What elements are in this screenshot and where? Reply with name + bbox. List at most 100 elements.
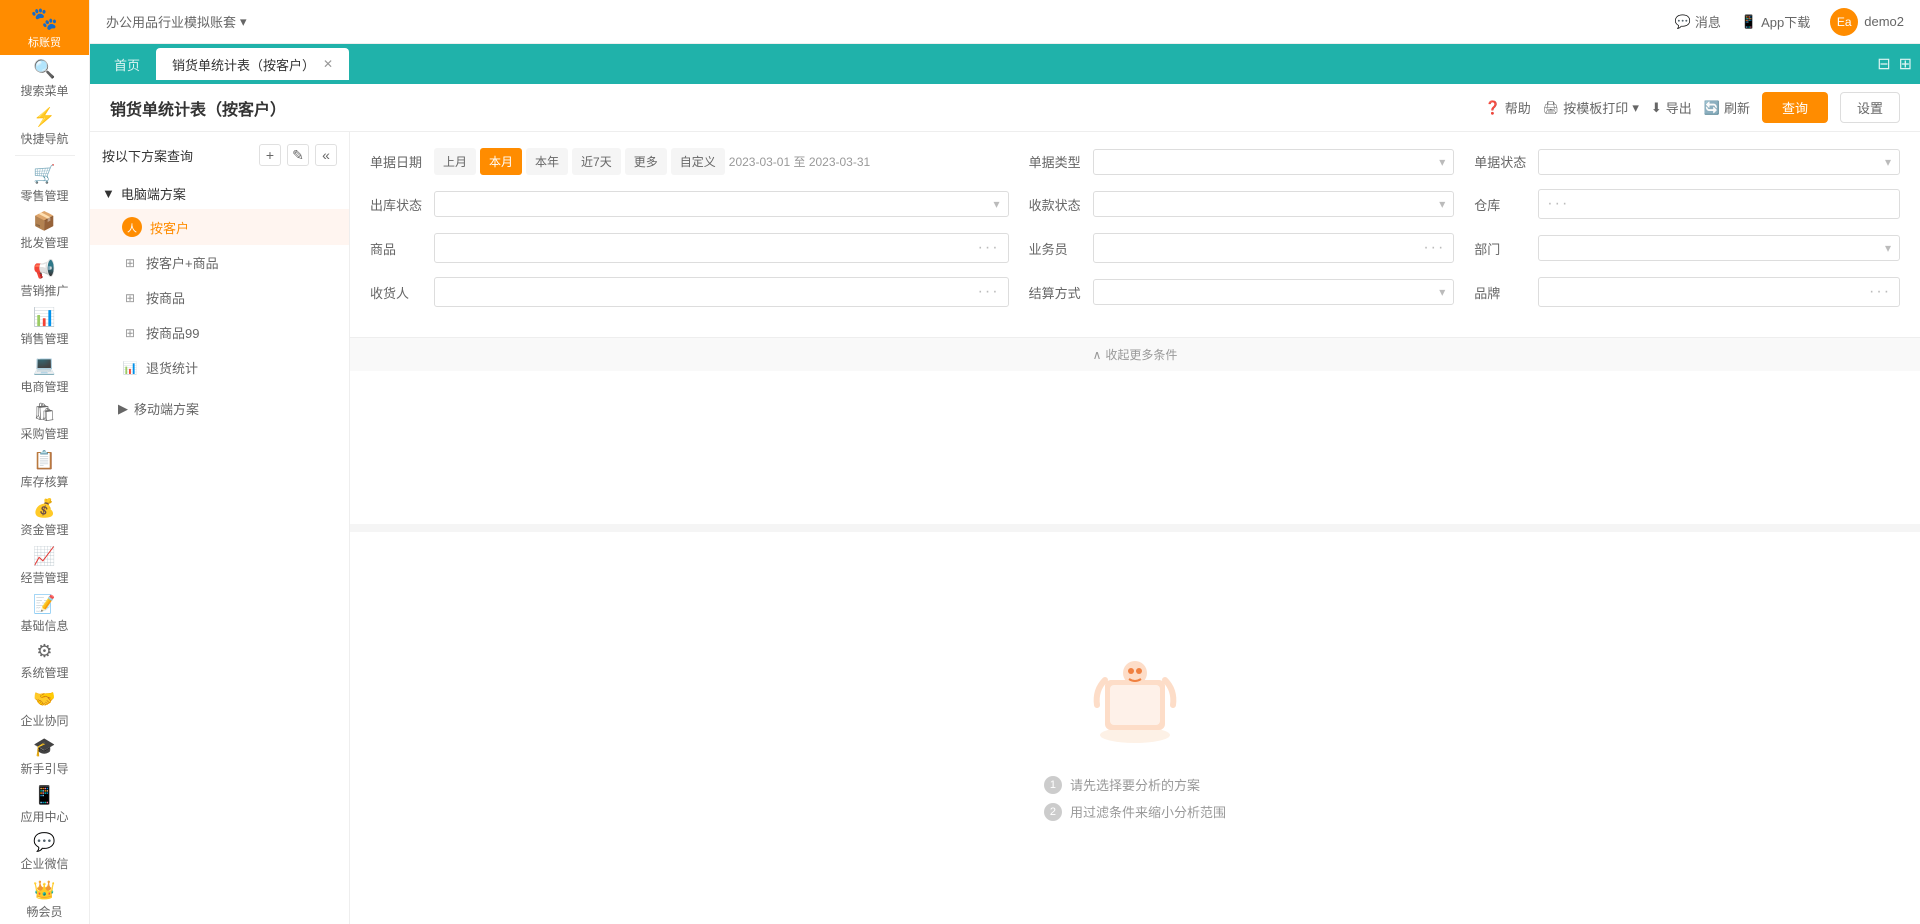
- scheme-group-mobile: ▶ 移动端方案: [90, 389, 349, 428]
- filter-area: 单据日期 上月 本月 本年 近7天 更多 自定义 2023-03-01 至 20…: [350, 132, 1920, 524]
- scheme-item-label: 按商品: [146, 288, 185, 307]
- empty-state: 1 请先选择要分析的方案 2 用过滤条件来缩小分析范围: [350, 532, 1920, 924]
- export-label: 导出: [1666, 98, 1692, 117]
- dept-arrow-icon: ▾: [1885, 241, 1891, 255]
- tip-text-2: 用过滤条件来缩小分析范围: [1070, 802, 1226, 821]
- doc-type-select[interactable]: ▾: [1093, 149, 1455, 175]
- scheme-item-by-customer-product[interactable]: ⊞ 按客户+商品: [90, 245, 349, 280]
- sidebar-item-finance[interactable]: 💰 资金管理: [0, 494, 90, 542]
- top-bar: 办公用品行业模拟账套 ▾ 💬 消息 📱 App下载 Ea demo2: [90, 0, 1920, 44]
- scheme-add-button[interactable]: +: [259, 144, 281, 166]
- salesperson-select[interactable]: ···: [1093, 233, 1455, 263]
- sidebar-item-purchase[interactable]: 🛍 采购管理: [0, 399, 90, 447]
- ecommerce-icon: 💻: [33, 355, 55, 376]
- filter-item-settlement: 结算方式 ▾: [1029, 279, 1455, 305]
- date-btn-this-month[interactable]: 本月: [480, 148, 522, 175]
- tab-maximize-icon[interactable]: ⊞: [1899, 54, 1912, 74]
- search-menu-icon: 🔍: [33, 59, 55, 80]
- sidebar-item-wholesale[interactable]: 📦 批发管理: [0, 207, 90, 255]
- sidebar-item-label: 应用中心: [20, 808, 68, 825]
- mobile-group-arrow: ▶: [118, 401, 128, 417]
- recipient-select[interactable]: ···: [434, 277, 1009, 307]
- sidebar-item-inventory[interactable]: 📋 库存核算: [0, 446, 90, 494]
- scheme-item-by-product[interactable]: ⊞ 按商品: [90, 280, 349, 315]
- setting-button[interactable]: 设置: [1840, 92, 1900, 123]
- sidebar-item-marketing[interactable]: 📢 营销推广: [0, 255, 90, 303]
- sidebar-item-quick-nav[interactable]: ⚡ 快捷导航: [0, 103, 90, 151]
- date-btn-this-year[interactable]: 本年: [526, 148, 568, 175]
- payment-select[interactable]: ▾: [1093, 191, 1455, 217]
- date-btn-custom[interactable]: 自定义: [671, 148, 725, 175]
- product-select[interactable]: ···: [434, 233, 1009, 263]
- dept-label: 部门: [1474, 239, 1530, 258]
- scheme-item-return-stat[interactable]: 📊 退货统计: [90, 350, 349, 385]
- sidebar-item-newbie[interactable]: 🎓 新手引导: [0, 733, 90, 781]
- print-button[interactable]: 🖨 按模板打印 ▾: [1543, 98, 1639, 117]
- message-button[interactable]: 💬 消息: [1675, 12, 1721, 31]
- sidebar-item-system[interactable]: ⚙ 系统管理: [0, 637, 90, 685]
- export-button[interactable]: ⬇ 导出: [1651, 98, 1692, 117]
- sidebar-item-label: 库存核算: [20, 473, 68, 490]
- sidebar-item-search-menu[interactable]: 🔍 搜索菜单: [0, 55, 90, 103]
- doc-status-select[interactable]: ▾: [1538, 149, 1900, 175]
- tab-minimize-icon[interactable]: ⊟: [1877, 54, 1890, 74]
- scheme-edit-button[interactable]: ✎: [287, 144, 309, 166]
- brand-select[interactable]: ···: [1538, 277, 1900, 307]
- filter-item-doc-type: 单据类型 ▾: [1029, 149, 1455, 175]
- scheme-group-desktop-title[interactable]: ▼ 电脑端方案: [90, 178, 349, 209]
- sidebar-item-label: 电商管理: [20, 378, 68, 395]
- query-button[interactable]: 查询: [1762, 92, 1828, 123]
- tab-home[interactable]: 首页: [98, 48, 156, 80]
- page-actions: ❓ 帮助 🖨 按模板打印 ▾ ⬇ 导出 🔄 刷新 查询 设置: [1485, 92, 1900, 123]
- print-dropdown-icon: ▾: [1632, 100, 1639, 116]
- filter-item-payment: 收款状态 ▾: [1029, 191, 1455, 217]
- retail-icon: 🛒: [33, 164, 55, 185]
- top-bar-left: 办公用品行业模拟账套 ▾: [106, 12, 247, 31]
- tab-close-icon[interactable]: ✕: [323, 57, 333, 71]
- sidebar-item-operation[interactable]: 📈 经营管理: [0, 542, 90, 590]
- sidebar-item-label: 畅会员: [26, 903, 62, 920]
- settlement-select[interactable]: ▾: [1093, 279, 1455, 305]
- sidebar-item-retail[interactable]: 🛒 零售管理: [0, 160, 90, 208]
- app-logo[interactable]: 🐾 标账贸: [0, 0, 90, 55]
- account-selector[interactable]: 办公用品行业模拟账套 ▾: [106, 12, 247, 31]
- avatar[interactable]: Ea: [1830, 8, 1858, 36]
- date-btn-7days[interactable]: 近7天: [572, 148, 621, 175]
- scheme-item-by-customer[interactable]: 人 按客户: [90, 209, 349, 245]
- recipient-label: 收货人: [370, 283, 426, 302]
- wholesale-icon: 📦: [33, 211, 55, 232]
- sidebar-item-member[interactable]: 👑 畅会员: [0, 876, 90, 924]
- empty-tips: 1 请先选择要分析的方案 2 用过滤条件来缩小分析范围: [1044, 775, 1226, 821]
- enterprise-wechat-icon: 💬: [33, 832, 55, 853]
- date-btn-last-month[interactable]: 上月: [434, 148, 476, 175]
- quick-nav-icon: ⚡: [33, 107, 55, 128]
- sidebar-item-enterprise-wechat[interactable]: 💬 企业微信: [0, 829, 90, 877]
- doc-status-arrow-icon: ▾: [1885, 155, 1891, 169]
- help-button[interactable]: ❓ 帮助: [1485, 98, 1531, 117]
- collapse-bar[interactable]: ∧ 收起更多条件: [350, 337, 1920, 371]
- filter-item-warehouse: 仓库 ···: [1474, 189, 1900, 219]
- date-btn-more[interactable]: 更多: [625, 148, 667, 175]
- sidebar-item-label: 快捷导航: [20, 130, 68, 147]
- newbie-icon: 🎓: [33, 737, 55, 758]
- filter-row-4: 收货人 ··· 结算方式 ▾: [370, 277, 1900, 307]
- scheme-collapse-button[interactable]: «: [315, 144, 337, 166]
- user-area[interactable]: Ea demo2: [1830, 8, 1904, 36]
- warehouse-select[interactable]: ···: [1538, 189, 1900, 219]
- sidebar-item-ecommerce[interactable]: 💻 电商管理: [0, 351, 90, 399]
- sidebar-item-basic-info[interactable]: 📝 基础信息: [0, 590, 90, 638]
- app-download-label: App下载: [1761, 12, 1810, 31]
- tab-sales-stat[interactable]: 销货单统计表（按客户） ✕: [156, 48, 349, 80]
- dept-select[interactable]: ▾: [1538, 235, 1900, 261]
- sidebar-item-enterprise[interactable]: 🤝 企业协同: [0, 685, 90, 733]
- stock-out-select[interactable]: ▾: [434, 191, 1009, 217]
- app-download-button[interactable]: 📱 App下载: [1741, 12, 1810, 31]
- sidebar-item-app-center[interactable]: 📱 应用中心: [0, 781, 90, 829]
- sidebar-item-sales[interactable]: 📊 销售管理: [0, 303, 90, 351]
- refresh-button[interactable]: 🔄 刷新: [1704, 98, 1750, 117]
- top-bar-right: 💬 消息 📱 App下载 Ea demo2: [1675, 8, 1904, 36]
- operation-icon: 📈: [33, 546, 55, 567]
- scheme-group-mobile-title[interactable]: ▶ 移动端方案: [90, 393, 349, 424]
- filter-item-recipient: 收货人 ···: [370, 277, 1009, 307]
- scheme-item-by-product-99[interactable]: ⊞ 按商品99: [90, 315, 349, 350]
